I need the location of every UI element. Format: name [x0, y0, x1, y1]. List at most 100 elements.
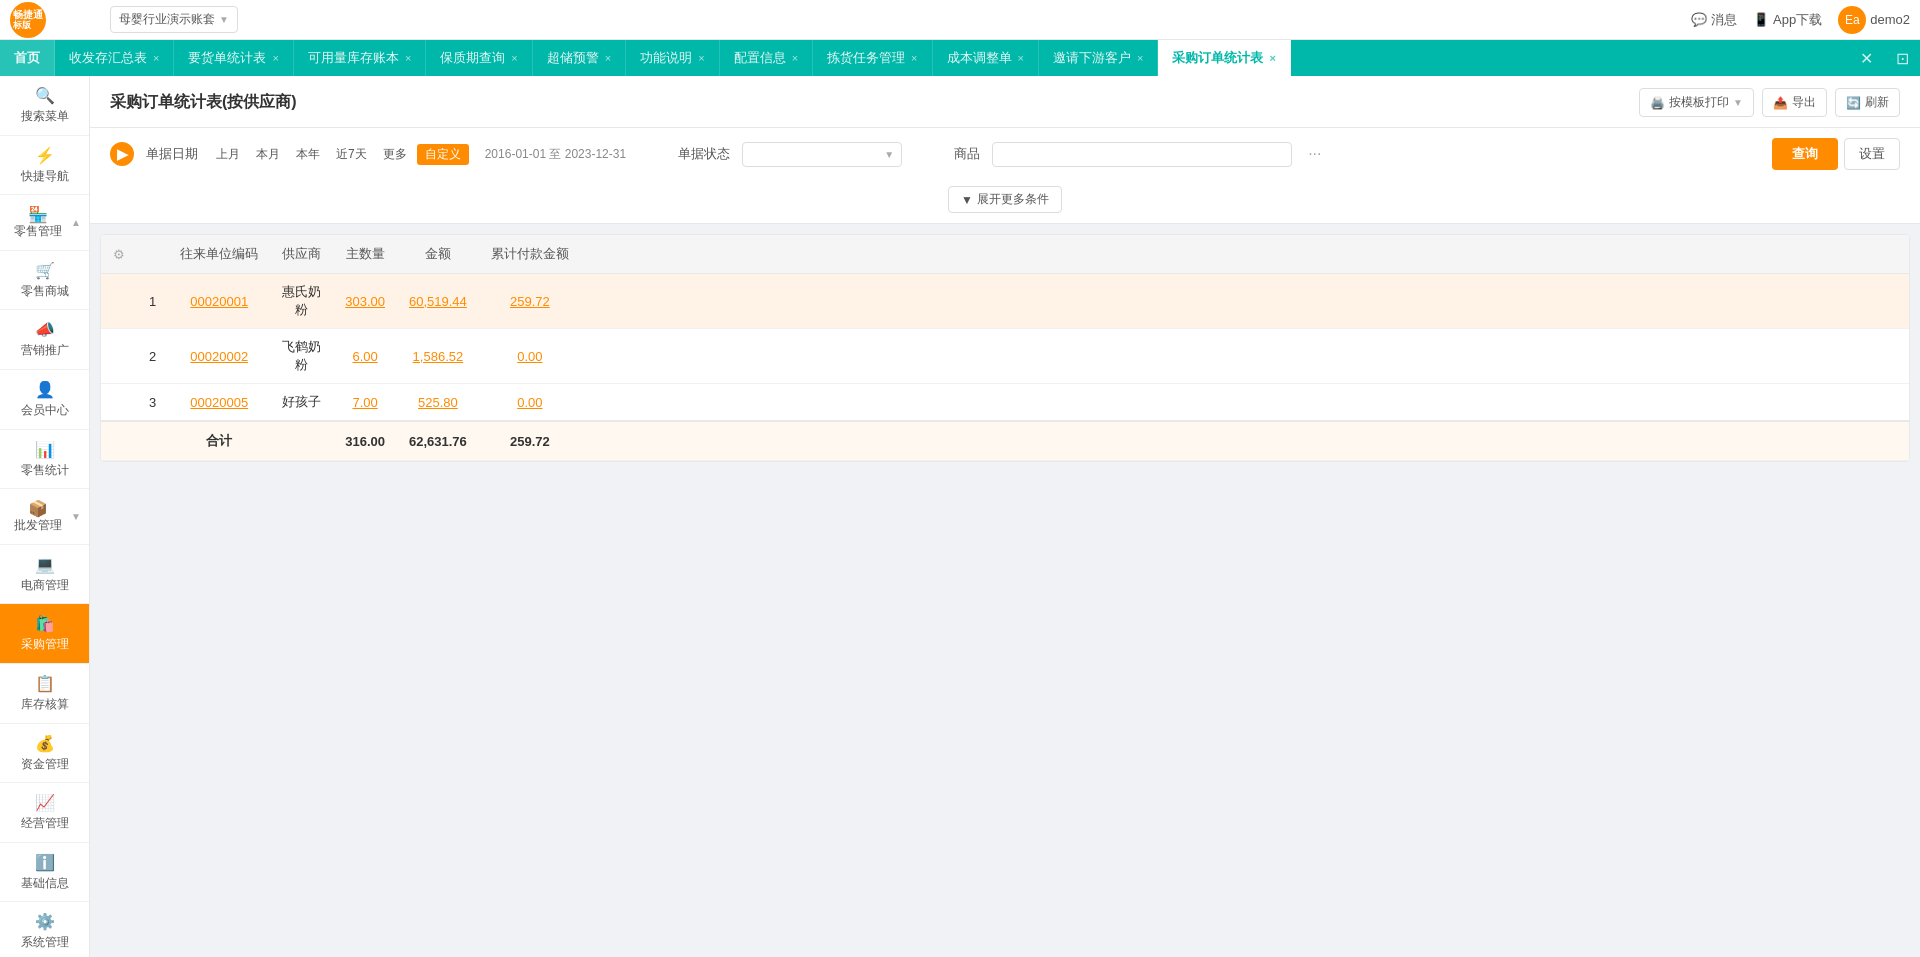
date-btn-thisyear[interactable]: 本年 — [290, 144, 326, 165]
sidebar-item-operation-label: 经营管理 — [21, 816, 69, 832]
sidebar-item-quicknav[interactable]: ⚡ 快捷导航 — [0, 136, 89, 196]
date-btn-thismonth[interactable]: 本月 — [250, 144, 286, 165]
date-btn-7days[interactable]: 近7天 — [330, 144, 373, 165]
tab-tuohuo[interactable]: 拣货任务管理 × — [813, 40, 932, 76]
footer-index — [137, 421, 168, 461]
goods-more-icon[interactable]: ··· — [1308, 145, 1321, 163]
template-print-btn[interactable]: 🖨️ 按模板打印 ▼ — [1639, 88, 1754, 117]
col-paid: 累计付款金额 — [479, 235, 581, 274]
tab-caigou[interactable]: 采购订单统计表 × — [1158, 40, 1290, 76]
tab-gongneng[interactable]: 功能说明 × — [626, 40, 719, 76]
sidebar-item-retailstat[interactable]: 📊 零售统计 — [0, 430, 89, 490]
sidebar-item-search[interactable]: 🔍 搜索菜单 — [0, 76, 89, 136]
tab-shoufahuiiz-close[interactable]: × — [153, 52, 159, 64]
row-qty[interactable]: 6.00 — [333, 329, 397, 384]
row-paid[interactable]: 0.00 — [479, 329, 581, 384]
tab-chaochu-close[interactable]: × — [605, 52, 611, 64]
retail-icon: 🏪 — [28, 205, 48, 224]
tab-home[interactable]: 首页 — [0, 40, 55, 76]
sidebar-item-basicinfo[interactable]: ℹ️ 基础信息 — [0, 843, 89, 903]
tab-gongneng-close[interactable]: × — [698, 52, 704, 64]
sidebar-item-finance[interactable]: 💰 资金管理 — [0, 724, 89, 784]
expand-more-btn[interactable]: ▼ 展开更多条件 — [948, 186, 1062, 213]
tab-baoyuan-close[interactable]: × — [511, 52, 517, 64]
filter-toggle-btn[interactable]: ▶ — [110, 142, 134, 166]
tab-peizhixinxi-close[interactable]: × — [792, 52, 798, 64]
tab-keyongliang-close[interactable]: × — [405, 52, 411, 64]
tab-shoufahuiiz[interactable]: 收发存汇总表 × — [55, 40, 174, 76]
sidebar-item-inventory[interactable]: 📋 库存核算 — [0, 664, 89, 724]
date-btn-more[interactable]: 更多 — [377, 144, 413, 165]
basicinfo-icon: ℹ️ — [35, 853, 55, 872]
date-btn-lastmonth[interactable]: 上月 — [210, 144, 246, 165]
footer-amount: 62,631.76 — [397, 421, 479, 461]
sidebar-item-operation[interactable]: 📈 经营管理 — [0, 783, 89, 843]
row-qty[interactable]: 303.00 — [333, 274, 397, 329]
row-paid[interactable]: 0.00 — [479, 384, 581, 422]
row-unit-code[interactable]: 00020002 — [168, 329, 270, 384]
sidebar-item-system[interactable]: ⚙️ 系统管理 — [0, 902, 89, 957]
tab-chengben[interactable]: 成本调整单 × — [933, 40, 1039, 76]
quicknav-icon: ⚡ — [35, 146, 55, 165]
top-bar: 畅捷通标版 母婴行业演示账套 ▼ 💬 消息 📱 App下载 Ea demo2 — [0, 0, 1920, 40]
tab-yaoqing[interactable]: 邀请下游客户 × — [1039, 40, 1158, 76]
row-index: 1 — [137, 274, 168, 329]
col-qty: 主数量 — [333, 235, 397, 274]
sidebar: 🔍 搜索菜单 ⚡ 快捷导航 🏪 零售管理 ▲ 🛒 零售商城 📣 营销推广 — [0, 76, 90, 957]
goods-filter-label: 商品 — [954, 145, 980, 163]
sidebar-item-retail[interactable]: 🏪 零售管理 ▲ — [0, 195, 89, 251]
tab-yaoqing-label: 邀请下游客户 — [1053, 49, 1131, 67]
row-qty[interactable]: 7.00 — [333, 384, 397, 422]
sidebar-item-purchase[interactable]: 🛍️ 采购管理 — [0, 604, 89, 664]
tab-baoyuan[interactable]: 保质期查询 × — [426, 40, 532, 76]
settings-btn[interactable]: 设置 — [1844, 138, 1900, 170]
content-area: 采购订单统计表(按供应商) 🖨️ 按模板打印 ▼ 📤 导出 🔄 刷新 — [90, 76, 1920, 957]
app-download-label: App下载 — [1773, 11, 1822, 29]
row-settings — [101, 384, 137, 422]
close-tab-btn[interactable]: ✕ — [1848, 40, 1884, 76]
row-amount[interactable]: 525.80 — [397, 384, 479, 422]
date-badge-custom[interactable]: 自定义 — [417, 144, 469, 165]
sidebar-item-member[interactable]: 👤 会员中心 — [0, 370, 89, 430]
goods-input[interactable] — [992, 142, 1292, 167]
sidebar-item-retailshop[interactable]: 🛒 零售商城 — [0, 251, 89, 311]
nav-tab-right-buttons: ✕ ⊡ — [1848, 40, 1920, 76]
tab-gongneng-label: 功能说明 — [640, 49, 692, 67]
message-btn[interactable]: 💬 消息 — [1691, 11, 1737, 29]
row-paid[interactable]: 259.72 — [479, 274, 581, 329]
settings-icon[interactable]: ⚙ — [113, 247, 125, 262]
row-unit-code[interactable]: 00020005 — [168, 384, 270, 422]
sidebar-item-batch[interactable]: 📦 批发管理 ▼ — [0, 489, 89, 545]
filter-row-1: ▶ 单据日期 上月 本月 本年 近7天 更多 自定义 2016-01-01 至 … — [110, 138, 1900, 170]
tab-yaohuo[interactable]: 要货单统计表 × — [174, 40, 293, 76]
tab-tuohuo-close[interactable]: × — [911, 52, 917, 64]
row-amount[interactable]: 1,586.52 — [397, 329, 479, 384]
sidebar-item-ecommerce[interactable]: 💻 电商管理 — [0, 545, 89, 605]
row-amount[interactable]: 60,519.44 — [397, 274, 479, 329]
sidebar-item-member-label: 会员中心 — [21, 403, 69, 419]
chevron-down-icon3: ▼ — [1733, 97, 1743, 108]
search-btn[interactable]: 查询 — [1772, 138, 1838, 170]
row-index: 2 — [137, 329, 168, 384]
system-icon: ⚙️ — [35, 912, 55, 931]
sidebar-item-marketing[interactable]: 📣 营销推广 — [0, 310, 89, 370]
tab-caigou-close[interactable]: × — [1269, 52, 1275, 64]
date-range-display: 2016-01-01 至 2023-12-31 — [485, 146, 626, 163]
status-select[interactable] — [742, 142, 902, 167]
tab-chaochu[interactable]: 超储预警 × — [533, 40, 626, 76]
row-unit-code[interactable]: 00020001 — [168, 274, 270, 329]
tab-chengben-close[interactable]: × — [1018, 52, 1024, 64]
restore-tab-btn[interactable]: ⊡ — [1884, 40, 1920, 76]
tab-peizhixinxi[interactable]: 配置信息 × — [720, 40, 813, 76]
tab-keyongliang[interactable]: 可用量库存账本 × — [294, 40, 426, 76]
footer-label-text: 合计 — [206, 433, 232, 448]
tab-yaohuo-close[interactable]: × — [272, 52, 278, 64]
refresh-btn[interactable]: 🔄 刷新 — [1835, 88, 1900, 117]
export-btn[interactable]: 📤 导出 — [1762, 88, 1827, 117]
sidebar-item-inventory-label: 库存核算 — [21, 697, 69, 713]
app-download-btn[interactable]: 📱 App下载 — [1753, 11, 1822, 29]
main-layout: 🔍 搜索菜单 ⚡ 快捷导航 🏪 零售管理 ▲ 🛒 零售商城 📣 营销推广 — [0, 76, 1920, 957]
workspace-selector[interactable]: 母婴行业演示账套 ▼ — [110, 6, 238, 33]
user-profile[interactable]: Ea demo2 — [1838, 6, 1910, 34]
tab-yaoqing-close[interactable]: × — [1137, 52, 1143, 64]
